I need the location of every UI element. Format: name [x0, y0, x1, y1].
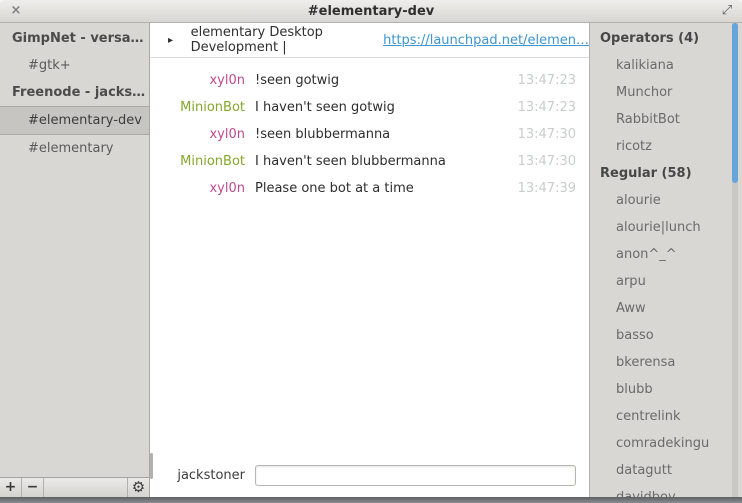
message-input[interactable] [255, 464, 576, 486]
message-nick[interactable]: xyl0n [150, 175, 245, 202]
topic-bar: ▸ elementary Desktop Development | https… [150, 23, 589, 58]
user-group-header: Regular (58) [600, 166, 692, 181]
user-list-item[interactable]: blubb [590, 376, 742, 403]
user-sidebar: Operators (4) kalikiana Munchor RabbitBot ri… [590, 23, 742, 497]
user-list-item[interactable]: arpu [590, 268, 742, 295]
user-list-item[interactable]: alourie [590, 187, 742, 214]
message-row: xyl0n !seen blubbermanna 13:47:30 [150, 121, 589, 148]
topic-expander-icon[interactable]: ▸ [168, 35, 191, 46]
message-nick[interactable]: MinionBot [150, 94, 245, 121]
user-list-item[interactable]: comradekingu [590, 430, 742, 457]
sidebar-server-item[interactable]: Freenode - jacks… [0, 79, 149, 106]
channel-list: GimpNet - versa… #gtk+ Freenode - jacks… #e… [0, 23, 149, 477]
gear-icon[interactable]: ⚙ [127, 478, 149, 497]
user-list-item[interactable]: RabbitBot [590, 106, 742, 133]
channel-topic: elementary Desktop Development | [190, 25, 323, 55]
message-timestamp: 13:47:30 [517, 154, 576, 169]
sidebar-server-item[interactable]: GimpNet - versa… [0, 25, 149, 52]
message-row: MinionBot I haven't seen blubbermanna 13:4… [150, 148, 589, 175]
message-row: MinionBot I haven't seen gotwig 13:47:23 [150, 94, 589, 121]
message-list[interactable]: xyl0n !seen gotwig 13:47:23 MinionBot I have… [150, 58, 589, 453]
message-timestamp: 13:47:23 [517, 73, 576, 88]
window-title: #elementary-dev [307, 3, 435, 19]
user-list-item[interactable]: Munchor [590, 79, 742, 106]
close-icon[interactable]: × [8, 3, 24, 19]
message-row: xyl0n Please one bot at a time 13:47:39 [150, 175, 589, 202]
user-list-item[interactable]: ricotz [590, 133, 742, 160]
user-list-item[interactable]: alourie|lunch [590, 214, 742, 241]
sidebar-channel-item[interactable]: #gtk+ [0, 52, 149, 79]
window-content: GimpNet - versa… #gtk+ Freenode - jacks… #e… [0, 23, 742, 497]
irc-client-window: × #elementary-dev ⤢ GimpNet - versa… #gtk… [0, 0, 742, 503]
topic-link[interactable]: https://launchpad.net/elemen… [383, 33, 589, 48]
message-text: !seen blubbermanna [255, 127, 391, 142]
sidebar-channel-item[interactable]: #elementary-dev [0, 106, 149, 135]
message-text: !seen gotwig [255, 73, 340, 88]
user-list: Operators (4) kalikiana Munchor RabbitBot ri… [590, 23, 742, 497]
server-sidebar: GimpNet - versa… #gtk+ Freenode - jacks… #e… [0, 23, 150, 497]
remove-server-button[interactable]: − [22, 478, 44, 497]
maximize-icon[interactable]: ⤢ [719, 3, 735, 19]
user-list-item[interactable]: anon^_^ [590, 241, 742, 268]
message-text: I haven't seen blubbermanna [255, 154, 446, 169]
user-list-item[interactable]: davidboy [590, 484, 742, 497]
chat-pane: ▸ elementary Desktop Development | https… [150, 23, 590, 497]
scrollbar-grip[interactable] [150, 453, 153, 479]
message-row: xyl0n !seen gotwig 13:47:23 [150, 67, 589, 94]
message-nick[interactable]: MinionBot [150, 148, 245, 175]
user-list-item[interactable]: kalikiana [590, 52, 742, 79]
message-text: I haven't seen gotwig [255, 100, 395, 115]
message-timestamp: 13:47:30 [517, 127, 576, 142]
user-group-header: Operators (4) [600, 31, 700, 46]
message-nick[interactable]: xyl0n [150, 67, 245, 94]
message-text: Please one bot at a time [255, 181, 414, 196]
user-list-item[interactable]: centrelink [590, 403, 742, 430]
sidebar-channel-item[interactable]: #elementary [0, 135, 149, 162]
user-list-item[interactable]: Aww [590, 295, 742, 322]
sidebar-toolbar: + − ⚙ [0, 477, 149, 497]
user-list-item[interactable]: basso [590, 322, 742, 349]
message-nick[interactable]: xyl0n [150, 121, 245, 148]
message-input-row: jackstoner [150, 453, 589, 497]
window-bottom-edge [0, 497, 742, 503]
user-list-item[interactable]: datagutt [590, 457, 742, 484]
titlebar: × #elementary-dev ⤢ [0, 0, 742, 23]
scrollbar-thumb[interactable] [732, 23, 738, 183]
message-timestamp: 13:47:23 [517, 100, 576, 115]
message-timestamp: 13:47:39 [517, 181, 576, 196]
add-server-button[interactable]: + [0, 478, 22, 497]
user-list-item[interactable]: bkerensa [590, 349, 742, 376]
own-nick-label: jackstoner [177, 467, 245, 483]
